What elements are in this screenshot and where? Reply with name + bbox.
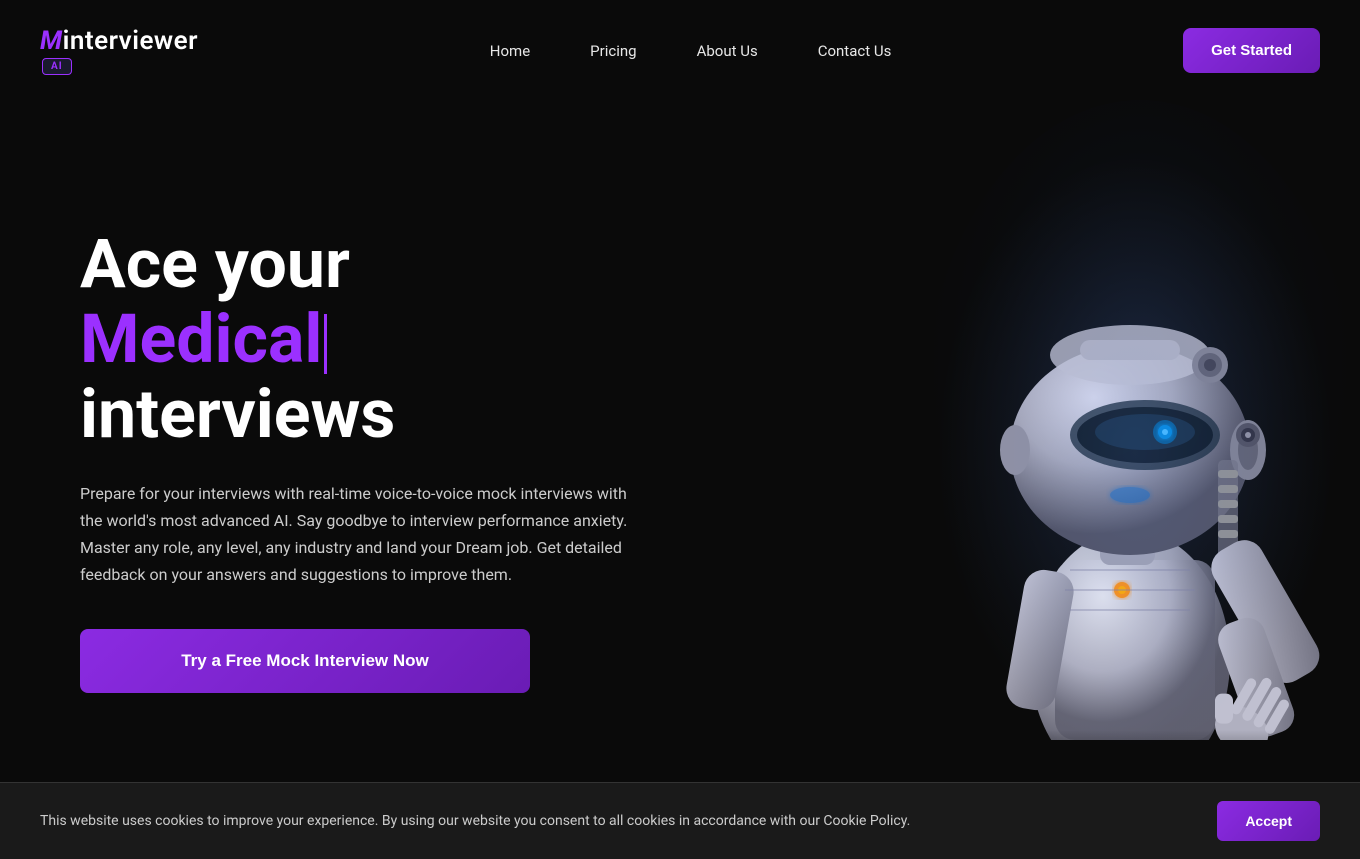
nav-home[interactable]: Home [490,42,530,60]
logo-badge: AI [42,58,72,75]
hero-title-line3: interviews [80,374,395,454]
logo-m-letter: M [40,26,63,56]
hero-title-highlight: Medical [80,299,327,379]
get-started-button[interactable]: Get Started [1183,28,1320,73]
nav-pricing[interactable]: Pricing [590,42,636,60]
cta-button[interactable]: Try a Free Mock Interview Now [80,629,530,693]
cookie-banner: This website uses cookies to improve you… [0,782,1360,859]
hero-description: Prepare for your interviews with real-ti… [80,480,640,589]
robot-glow [935,152,1335,752]
logo[interactable]: Minterviewer AI [40,26,198,75]
hero-robot-image [860,100,1360,760]
nav-links: Home Pricing About Us Contact Us [490,41,892,60]
nav-contact[interactable]: Contact Us [818,42,892,60]
nav-about[interactable]: About Us [697,42,758,60]
navbar: Minterviewer AI Home Pricing About Us Co… [0,0,1360,100]
hero-title-line1: Ace your [80,224,350,304]
logo-text-suffix: interviewer [63,26,198,56]
hero-title: Ace your Medical interviews [80,227,640,451]
accept-cookies-button[interactable]: Accept [1217,801,1320,841]
cursor-blink [324,314,327,374]
hero-content: Ace your Medical interviews Prepare for … [80,227,640,692]
cookie-text: This website uses cookies to improve you… [40,813,1177,829]
hero-section: Ace your Medical interviews Prepare for … [0,100,1360,760]
